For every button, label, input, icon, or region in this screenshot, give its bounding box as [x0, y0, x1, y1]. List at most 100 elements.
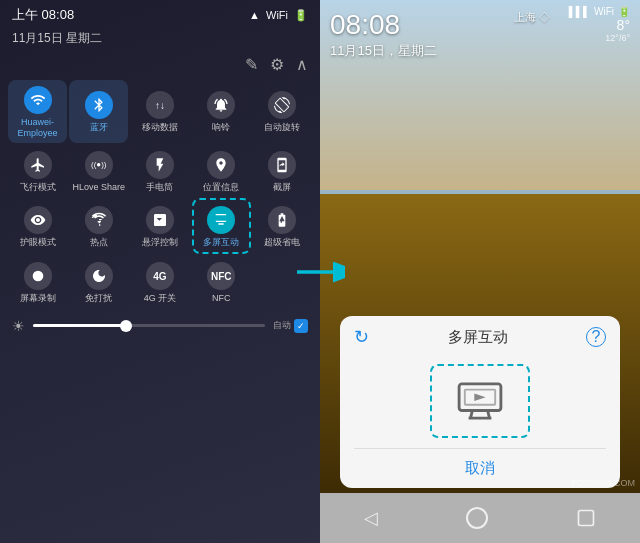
left-time: 上午 08:08 [12, 6, 74, 24]
battery-icon: 🔋 [294, 9, 308, 22]
transition-arrow [295, 252, 345, 292]
flashlight-tile-label: 手电筒 [146, 182, 173, 193]
dnd-tile-icon [85, 262, 113, 290]
screenrecord-tile-label: 屏幕录制 [20, 293, 56, 304]
location-label: 上海 ◇ [514, 10, 550, 25]
auto-check[interactable]: ✓ [294, 319, 308, 333]
tile-battery-saver[interactable]: 超级省电 [253, 198, 312, 254]
dialog-refresh-icon[interactable]: ↻ [354, 326, 369, 348]
weather-range: 12°/6° [605, 33, 630, 43]
tile-airplane[interactable]: 飞行模式 [8, 145, 67, 197]
nfc-tile-icon: NFC [207, 262, 235, 290]
float-tile-label: 悬浮控制 [142, 237, 178, 248]
tile-float-control[interactable]: 悬浮控制 [130, 198, 189, 254]
eyeprotect-tile-label: 护眼模式 [20, 237, 56, 248]
autorotate-tile-label: 自动旋转 [264, 122, 300, 133]
tile-eyeprotect[interactable]: 护眼模式 [8, 198, 67, 254]
right-status-bar: 08:08 ▌▌▌ WiFi 🔋 8° 12°/6° [320, 0, 640, 47]
tile-dnd[interactable]: 免打扰 [69, 256, 128, 308]
flashlight-tile-icon [146, 151, 174, 179]
recent-apps-button[interactable] [576, 508, 596, 528]
battery-saver-tile-label: 超级省电 [264, 237, 300, 248]
left-date: 11月15日 星期二 [0, 28, 320, 53]
brightness-icon: ☀ [12, 318, 25, 334]
autorotate-tile-icon [268, 91, 296, 119]
signal-battery-row: ▌▌▌ WiFi 🔋 [569, 6, 630, 17]
svg-rect-13 [579, 511, 594, 526]
tile-autorotate[interactable]: 自动旋转 [253, 80, 312, 143]
notification-shade: 上午 08:08 ▲ WiFi 🔋 11月15日 星期二 ✎ ⚙ ∧ Huawe… [0, 0, 320, 543]
airplane-tile-icon [24, 151, 52, 179]
tile-location[interactable]: 位置信息 [192, 145, 251, 197]
right-date: 11月15日，星期二 [330, 42, 437, 60]
hotspot-tile-icon [85, 206, 113, 234]
multiscreen-dialog: ↻ 多屏互动 ? 取消 [340, 316, 620, 488]
collapse-icon[interactable]: ∧ [296, 55, 308, 74]
multiscreen-tile-label: 多屏互动 [203, 237, 239, 248]
wifi-tile-icon [24, 86, 52, 114]
monitor-svg-icon [456, 382, 504, 420]
right-battery-icon: 🔋 [618, 6, 630, 17]
temperature: 8° [617, 17, 630, 33]
right-time: 08:08 [330, 9, 400, 41]
mobile-tile-label: 移动数据 [142, 122, 178, 133]
wifi-tile-label: Huawei-Employee [18, 117, 58, 139]
4g-tile-icon: 4G [146, 262, 174, 290]
svg-point-0 [32, 271, 43, 282]
multiscreen-tile-icon [207, 206, 235, 234]
bottom-navigation: ◁ [320, 493, 640, 543]
dialog-help-icon[interactable]: ? [586, 327, 606, 347]
hlove-tile-label: HLove Share [73, 182, 126, 193]
eyeprotect-tile-icon [24, 206, 52, 234]
signal-bars: ▌▌▌ [569, 6, 590, 17]
tile-hlove[interactable]: ((●)) HLove Share [69, 145, 128, 197]
tile-4g[interactable]: 4G 4G 开关 [130, 256, 189, 308]
multiscreen-monitor-tile[interactable] [430, 364, 530, 438]
left-status-icons: ▲ WiFi 🔋 [249, 9, 308, 22]
dialog-header: ↻ 多屏互动 ? [340, 316, 620, 354]
tile-wifi[interactable]: Huawei-Employee [8, 80, 67, 143]
4g-tile-label: 4G 开关 [144, 293, 177, 304]
home-button[interactable] [466, 507, 488, 529]
tile-ringtone[interactable]: 响铃 [192, 80, 251, 143]
mobile-tile-icon: ↑↓ [146, 91, 174, 119]
ringtone-tile-icon [207, 91, 235, 119]
tile-nfc[interactable]: NFC NFC [192, 256, 251, 308]
nfc-tile-label: NFC [212, 293, 231, 304]
airplane-tile-label: 飞行模式 [20, 182, 56, 193]
dialog-content [340, 354, 620, 448]
tile-bluetooth[interactable]: 蓝牙 [69, 80, 128, 143]
tile-hotspot[interactable]: 热点 [69, 198, 128, 254]
brightness-auto-label: 自动 [273, 319, 291, 332]
phone-screen: 08:08 ▌▌▌ WiFi 🔋 8° 12°/6° 上海 ◇ 11月15日，星… [320, 0, 640, 543]
tile-flashlight[interactable]: 手电筒 [130, 145, 189, 197]
battery-saver-tile-icon [268, 206, 296, 234]
signal-icon: ▲ [249, 9, 260, 21]
quick-tiles-grid: Huawei-Employee 蓝牙 ↑↓ 移动数据 响铃 自动旋转 [0, 76, 320, 312]
settings-icon[interactable]: ⚙ [270, 55, 284, 74]
brightness-slider[interactable] [33, 324, 265, 327]
dnd-tile-label: 免打扰 [85, 293, 112, 304]
weather-display: 8° [617, 17, 630, 33]
tile-screen-record[interactable]: 屏幕录制 [8, 256, 67, 308]
screenshot-tile-icon [268, 151, 296, 179]
location-tile-icon [207, 151, 235, 179]
edit-icon[interactable]: ✎ [245, 55, 258, 74]
screenshot-tile-label: 截屏 [273, 182, 291, 193]
left-status-bar: 上午 08:08 ▲ WiFi 🔋 [0, 0, 320, 28]
bluetooth-tile-icon [85, 91, 113, 119]
watermark: TOOYIXG.COM [571, 478, 635, 488]
brightness-row: ☀ 自动 ✓ [0, 312, 320, 340]
tile-mobile-data[interactable]: ↑↓ 移动数据 [130, 80, 189, 143]
float-tile-icon [146, 206, 174, 234]
tile-screenshot[interactable]: 截屏 [253, 145, 312, 197]
brightness-auto: 自动 ✓ [273, 319, 308, 333]
hlove-tile-icon: ((●)) [85, 151, 113, 179]
back-button[interactable]: ◁ [364, 507, 378, 529]
screenrecord-tile-icon [24, 262, 52, 290]
tile-multiscreen[interactable]: 多屏互动 [192, 198, 251, 254]
wifi-icon: WiFi [266, 9, 288, 21]
bluetooth-tile-label: 蓝牙 [90, 122, 108, 133]
hotspot-tile-label: 热点 [90, 237, 108, 248]
dialog-title: 多屏互动 [369, 328, 586, 347]
